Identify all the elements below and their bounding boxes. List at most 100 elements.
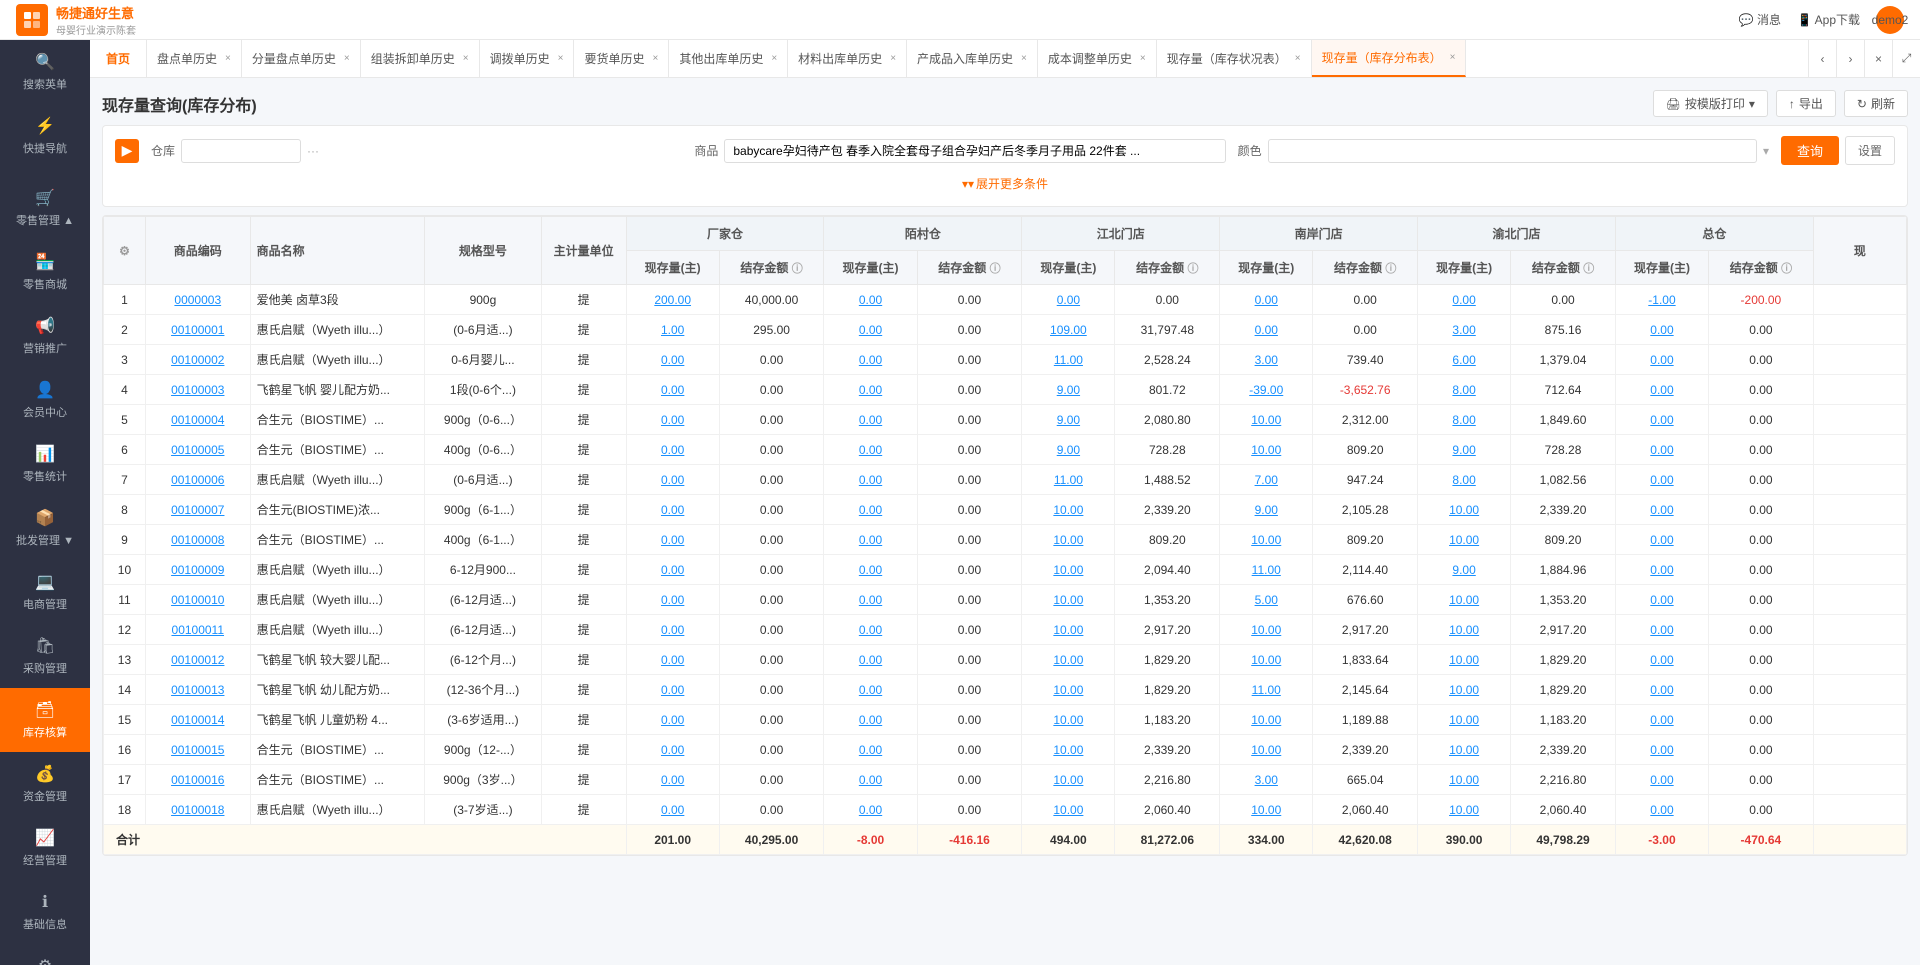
cell-zc-qty[interactable]: 0.00: [1615, 345, 1708, 375]
cell-na-qty[interactable]: 11.00: [1220, 675, 1313, 705]
cell-jb-qty[interactable]: 10.00: [1022, 495, 1115, 525]
print-btn[interactable]: 🖨 按模版打印 ▾: [1653, 90, 1768, 117]
cell-zc-qty[interactable]: 0.00: [1615, 795, 1708, 825]
cell-na-qty[interactable]: 10.00: [1220, 705, 1313, 735]
cell-fj-qty[interactable]: 0.00: [626, 525, 719, 555]
tab-inventory-status[interactable]: 现存量（库存状况表） ×: [1157, 40, 1312, 77]
sidebar-item-mgmt[interactable]: 📈 经营管理: [0, 816, 90, 880]
tab-product[interactable]: 产成品入库单历史 ×: [907, 40, 1038, 77]
cell-fj-qty[interactable]: 0.00: [626, 705, 719, 735]
tab-nav-prev[interactable]: ‹: [1808, 40, 1836, 78]
sidebar-item-member[interactable]: 👤 会员中心: [0, 368, 90, 432]
cell-fj-qty[interactable]: 0.00: [626, 495, 719, 525]
settings-btn[interactable]: 设置: [1845, 136, 1895, 165]
cell-na-qty[interactable]: 9.00: [1220, 495, 1313, 525]
cell-mc-qty[interactable]: 0.00: [824, 795, 917, 825]
info-icon[interactable]: ⓘ: [1187, 263, 1198, 275]
close-icon[interactable]: ×: [771, 53, 777, 64]
cell-code[interactable]: 00100001: [145, 315, 250, 345]
sidebar-item-retail-stat[interactable]: 📊 零售统计: [0, 432, 90, 496]
sidebar-item-wholesale[interactable]: 📦 批发管理 ▼: [0, 496, 90, 560]
cell-fj-qty[interactable]: 0.00: [626, 675, 719, 705]
sidebar-item-ecom[interactable]: 💻 电商管理: [0, 560, 90, 624]
cell-fj-qty[interactable]: 0.00: [626, 585, 719, 615]
cell-zc-qty[interactable]: 0.00: [1615, 735, 1708, 765]
info-icon[interactable]: ⓘ: [990, 263, 1001, 275]
cell-jb-qty[interactable]: 10.00: [1022, 555, 1115, 585]
cell-jb-qty[interactable]: 109.00: [1022, 315, 1115, 345]
tab-nav-expand[interactable]: ⤢: [1892, 40, 1920, 78]
sidebar-item-marketing[interactable]: 📢 营销推广: [0, 304, 90, 368]
cell-code[interactable]: 00100004: [145, 405, 250, 435]
cell-na-qty[interactable]: 10.00: [1220, 435, 1313, 465]
cell-code[interactable]: 00100016: [145, 765, 250, 795]
cell-na-qty[interactable]: 7.00: [1220, 465, 1313, 495]
sidebar-item-inventory[interactable]: 🗃 库存核算: [0, 688, 90, 752]
cell-mc-qty[interactable]: 0.00: [824, 675, 917, 705]
cell-jb-qty[interactable]: 10.00: [1022, 675, 1115, 705]
cell-zc-qty[interactable]: 0.00: [1615, 645, 1708, 675]
cell-na-qty[interactable]: -39.00: [1220, 375, 1313, 405]
cell-fj-qty[interactable]: 0.00: [626, 765, 719, 795]
cell-jb-qty[interactable]: 9.00: [1022, 375, 1115, 405]
cell-code[interactable]: 00100007: [145, 495, 250, 525]
cell-mc-qty[interactable]: 0.00: [824, 345, 917, 375]
cell-code[interactable]: 00100014: [145, 705, 250, 735]
cell-zc-qty[interactable]: 0.00: [1615, 375, 1708, 405]
close-icon[interactable]: ×: [225, 53, 231, 64]
info-icon[interactable]: ⓘ: [1385, 263, 1396, 275]
cell-yb-qty[interactable]: 10.00: [1418, 705, 1511, 735]
cell-code[interactable]: 00100011: [145, 615, 250, 645]
export-btn[interactable]: ↑ 导出: [1776, 90, 1836, 117]
close-icon[interactable]: ×: [344, 53, 350, 64]
cell-jb-qty[interactable]: 10.00: [1022, 585, 1115, 615]
cell-code[interactable]: 00100005: [145, 435, 250, 465]
cell-code[interactable]: 00100012: [145, 645, 250, 675]
cell-fj-qty[interactable]: 200.00: [626, 285, 719, 315]
cell-fj-qty[interactable]: 0.00: [626, 345, 719, 375]
tab-material[interactable]: 材料出库单历史 ×: [788, 40, 907, 77]
cell-yb-qty[interactable]: 8.00: [1418, 375, 1511, 405]
cell-yb-qty[interactable]: 0.00: [1418, 285, 1511, 315]
cell-na-qty[interactable]: 10.00: [1220, 735, 1313, 765]
cell-yb-qty[interactable]: 10.00: [1418, 615, 1511, 645]
message-btn[interactable]: 💬 消息: [1739, 11, 1781, 28]
close-icon[interactable]: ×: [463, 53, 469, 64]
cell-yb-qty[interactable]: 9.00: [1418, 555, 1511, 585]
th-settings[interactable]: ⚙: [104, 217, 146, 285]
cell-code[interactable]: 00100013: [145, 675, 250, 705]
close-icon[interactable]: ×: [558, 53, 564, 64]
cell-yb-qty[interactable]: 6.00: [1418, 345, 1511, 375]
cell-zc-qty[interactable]: 0.00: [1615, 315, 1708, 345]
cell-zc-qty[interactable]: 0.00: [1615, 675, 1708, 705]
cell-zc-qty[interactable]: 0.00: [1615, 435, 1708, 465]
cell-mc-qty[interactable]: 0.00: [824, 765, 917, 795]
cell-fj-qty[interactable]: 0.00: [626, 375, 719, 405]
cell-yb-qty[interactable]: 10.00: [1418, 795, 1511, 825]
close-icon[interactable]: ×: [1021, 53, 1027, 64]
cell-na-qty[interactable]: 0.00: [1220, 285, 1313, 315]
warehouse-input[interactable]: [181, 139, 301, 163]
cell-na-qty[interactable]: 5.00: [1220, 585, 1313, 615]
close-icon[interactable]: ×: [1140, 53, 1146, 64]
cell-mc-qty[interactable]: 0.00: [824, 645, 917, 675]
cell-code[interactable]: 00100003: [145, 375, 250, 405]
cell-zc-qty[interactable]: 0.00: [1615, 405, 1708, 435]
tab-zuzhuan[interactable]: 组装拆卸单历史 ×: [361, 40, 480, 77]
cell-zc-qty[interactable]: 0.00: [1615, 585, 1708, 615]
cell-mc-qty[interactable]: 0.00: [824, 555, 917, 585]
cell-yb-qty[interactable]: 10.00: [1418, 585, 1511, 615]
sidebar-item-mall[interactable]: 🏪 零售商城: [0, 240, 90, 304]
cell-jb-qty[interactable]: 10.00: [1022, 795, 1115, 825]
cell-zc-qty[interactable]: 0.00: [1615, 555, 1708, 585]
cell-yb-qty[interactable]: 8.00: [1418, 405, 1511, 435]
close-icon[interactable]: ×: [890, 53, 896, 64]
cell-code[interactable]: 00100018: [145, 795, 250, 825]
cell-fj-qty[interactable]: 0.00: [626, 795, 719, 825]
info-icon[interactable]: ⓘ: [1583, 263, 1594, 275]
expand-conditions-btn[interactable]: ▾▾ 展开更多条件: [954, 171, 1056, 196]
cell-mc-qty[interactable]: 0.00: [824, 735, 917, 765]
tab-yaohuo[interactable]: 要货单历史 ×: [574, 40, 669, 77]
cell-yb-qty[interactable]: 10.00: [1418, 525, 1511, 555]
cell-mc-qty[interactable]: 0.00: [824, 615, 917, 645]
